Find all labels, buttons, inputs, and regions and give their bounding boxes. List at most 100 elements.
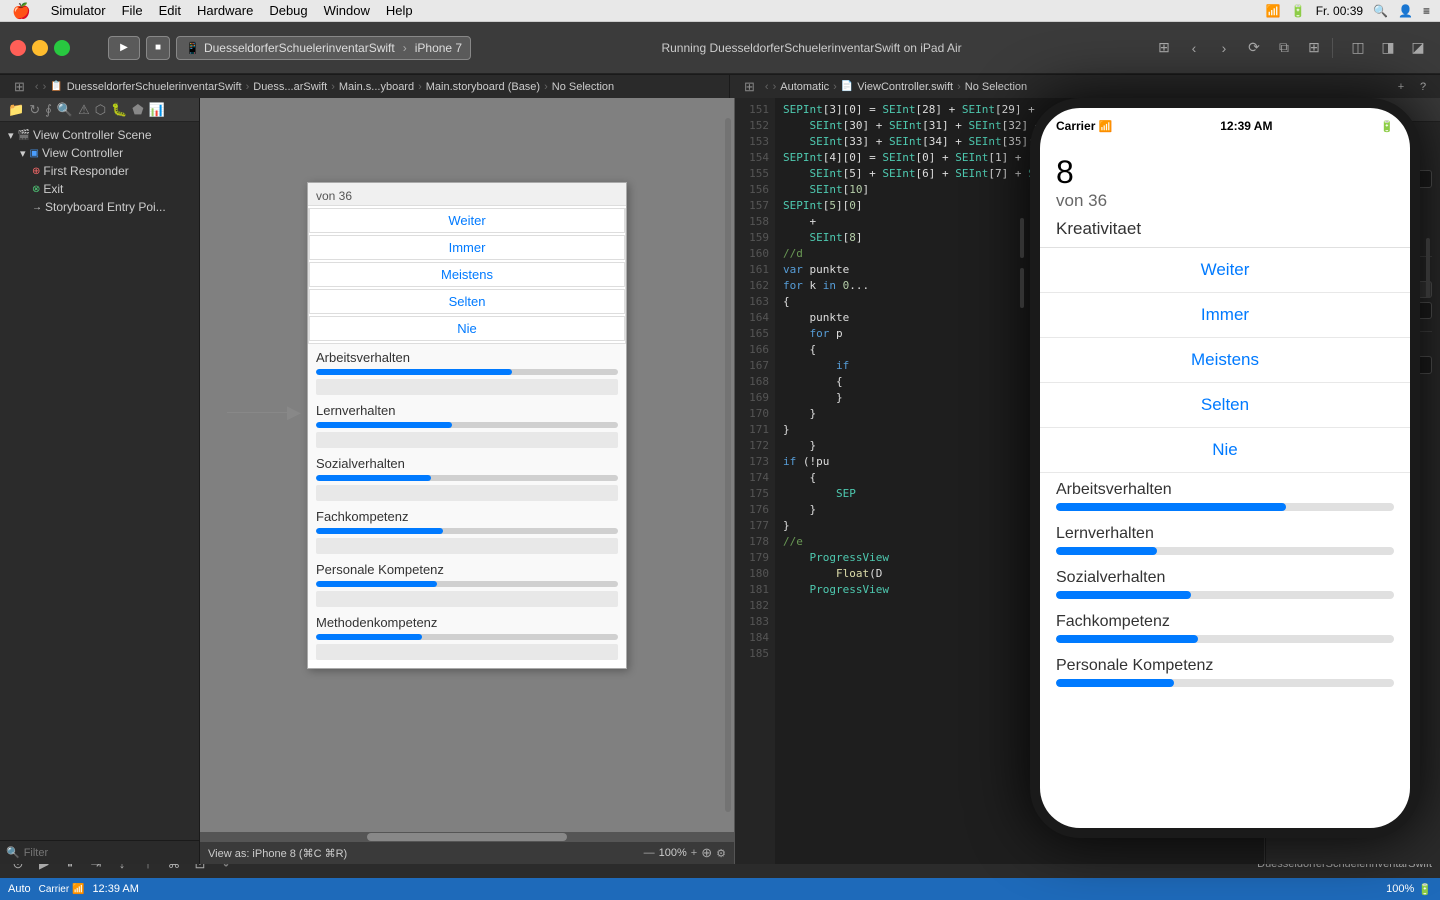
- horizontal-scrollbar-container: [200, 832, 734, 842]
- refresh-icon[interactable]: ⟳: [1242, 36, 1266, 60]
- inspector-relative-value[interactable]: Group: [1332, 281, 1432, 298]
- back-button[interactable]: ‹: [1182, 36, 1206, 60]
- inspector-locale-value[interactable]: 4: [1402, 356, 1432, 374]
- xcode-toolbar: ▶ ■ 📱 DuesseldorferSchuelerinventarSwift…: [0, 22, 1440, 74]
- sb-btn-immer[interactable]: Immer: [309, 235, 625, 260]
- debug-panel-toggle[interactable]: ◨: [1376, 36, 1400, 60]
- responder-icon: ⊕: [32, 166, 40, 177]
- forward-button[interactable]: ›: [1212, 36, 1236, 60]
- report-icon[interactable]: 📊: [147, 100, 167, 120]
- nav-item-scene-label: View Controller Scene: [33, 128, 152, 142]
- entry-icon: →: [32, 202, 42, 213]
- clock: Fr. 00:39: [1316, 4, 1363, 18]
- window-maximize-button[interactable]: [54, 40, 70, 56]
- time-bottom: 12:39 AM: [92, 883, 138, 895]
- menu-hardware[interactable]: Hardware: [189, 3, 261, 18]
- menu-window[interactable]: Window: [316, 3, 378, 18]
- window-close-button[interactable]: [10, 40, 26, 56]
- breadcrumb-storyboard2[interactable]: Main.storyboard (Base): [426, 81, 540, 93]
- debug-icon[interactable]: 🐛: [109, 100, 129, 120]
- inspector-path-value[interactable]: ViewController.swift: [1274, 302, 1432, 319]
- inspector-tab-file[interactable]: 📄: [1274, 103, 1289, 117]
- navigator-toggle[interactable]: ⊞: [1152, 36, 1176, 60]
- sb-btn-nie[interactable]: Nie: [309, 316, 625, 341]
- stop-button[interactable]: ■: [146, 36, 170, 60]
- grid-icon-right[interactable]: ⊞: [742, 77, 757, 97]
- assistant-editor[interactable]: ⊞: [1302, 36, 1326, 60]
- nav-item-vc[interactable]: ▾ ▣ View Controller: [0, 144, 199, 162]
- inspector-tab-quick[interactable]: ⚡: [1297, 103, 1312, 117]
- battery-icon: 🔋: [1291, 4, 1306, 18]
- storyboard-editor: von 36 Weiter Immer Meistens Selten Nie …: [200, 98, 735, 864]
- find-icon[interactable]: 🔍: [55, 100, 75, 120]
- issue-icon[interactable]: ⚠: [76, 100, 92, 120]
- expand-icon: ▾: [8, 129, 14, 142]
- breadcrumb-auto[interactable]: Automatic: [780, 81, 829, 93]
- vertical-scrollbar[interactable]: [725, 118, 731, 812]
- navigator-panel-toggle[interactable]: ◫: [1346, 36, 1370, 60]
- breadcrumb-project[interactable]: DuesseldorferSchuelerinventarSwift: [67, 81, 242, 93]
- scheme-name: DuesseldorferSchuelerinventarSwift: [204, 41, 395, 55]
- menu-help[interactable]: Help: [378, 3, 421, 18]
- inspector-type-row: Type: [1274, 196, 1432, 208]
- sb-btn-meistens[interactable]: Meistens: [309, 262, 625, 287]
- test-icon[interactable]: ⬡: [93, 100, 108, 120]
- menu-file[interactable]: File: [114, 3, 151, 18]
- nav-item-entry-point[interactable]: → Storyboard Entry Poi...: [0, 198, 199, 216]
- breadcrumb-separator-1: ›: [43, 81, 47, 93]
- menubar-right: 📶 🔋 Fr. 00:39 🔍 👤 ≡: [1266, 4, 1440, 18]
- file-icon[interactable]: 📁: [6, 100, 26, 120]
- zoom-in-btn[interactable]: +: [691, 847, 697, 859]
- breadcrumb-swift[interactable]: Duess...arSwift: [253, 81, 327, 93]
- add-tab-button[interactable]: +: [1392, 78, 1410, 96]
- nav-item-scene[interactable]: ▾ 🎬 View Controller Scene: [0, 126, 199, 144]
- split-editor[interactable]: ⧉: [1272, 36, 1296, 60]
- inspector-panel: 📄 ⚡ ? Identity and Type Name ViewControl…: [1265, 98, 1440, 864]
- apple-menu[interactable]: 🍎: [0, 2, 43, 20]
- list-icon[interactable]: ≡: [1423, 4, 1430, 18]
- scheme-selector[interactable]: 📱 DuesseldorferSchuelerinventarSwift › i…: [176, 36, 471, 60]
- menu-edit[interactable]: Edit: [151, 3, 189, 18]
- nav-item-exit[interactable]: ⊗ Exit: [0, 180, 199, 198]
- breadcrumb-nosel2[interactable]: No Selection: [965, 81, 1027, 93]
- storyboard-device-frame: von 36 Weiter Immer Meistens Selten Nie …: [307, 182, 627, 669]
- device-name: iPhone 7: [415, 41, 462, 55]
- filter-input[interactable]: [24, 847, 193, 859]
- window-minimize-button[interactable]: [32, 40, 48, 56]
- breadcrumb-nosel[interactable]: No Selection: [552, 81, 614, 93]
- breadcrumb-storyboard1[interactable]: Main.s...yboard: [339, 81, 414, 93]
- grid-icon[interactable]: ⊞: [12, 77, 27, 97]
- more-options[interactable]: ⚙: [716, 847, 726, 860]
- sb-btn-selten[interactable]: Selten: [309, 289, 625, 314]
- inspector-tab-help[interactable]: ?: [1320, 103, 1327, 117]
- inspector-name-value[interactable]: ViewController.swift: [1274, 170, 1432, 188]
- search-icon[interactable]: 🔍: [1373, 4, 1388, 18]
- menu-debug[interactable]: Debug: [261, 3, 315, 18]
- help-button[interactable]: ?: [1414, 78, 1432, 96]
- fit-btn[interactable]: ⊕: [701, 845, 712, 861]
- wifi-icon: 📶: [1266, 4, 1281, 18]
- view-as-label[interactable]: View as: iPhone 8 (⌘C ⌘R): [208, 847, 347, 860]
- user-icon[interactable]: 👤: [1398, 4, 1413, 18]
- breadcrumb-separator-0: ‹: [35, 81, 39, 93]
- code-text-area[interactable]: SEPInt[3][0] = SEInt[28] + SEInt[29] + S…: [775, 98, 1264, 864]
- run-button[interactable]: ▶: [108, 36, 140, 60]
- inspector-type-label: Type: [1274, 196, 1298, 208]
- inspector-panel-toggle[interactable]: ◪: [1406, 36, 1430, 60]
- inspector-type-value[interactable]: Default - Swift Source: [1274, 214, 1374, 244]
- sb-btn-weiter[interactable]: Weiter: [309, 208, 625, 233]
- breadcrumb-icon-sb: 📋: [50, 81, 62, 92]
- horizontal-scrollbar-thumb[interactable]: [367, 833, 567, 841]
- menu-simulator[interactable]: Simulator: [43, 3, 114, 18]
- breadcrumb-filename[interactable]: ViewController.swift: [857, 81, 953, 93]
- breakpoint-icon[interactable]: ⬟: [130, 100, 145, 120]
- symbol-icon[interactable]: ∮: [43, 100, 54, 120]
- storyboard-canvas[interactable]: von 36 Weiter Immer Meistens Selten Nie …: [200, 98, 734, 832]
- source-control-icon[interactable]: ↻: [27, 100, 42, 120]
- nav-item-first-responder[interactable]: ⊕ First Responder: [0, 162, 199, 180]
- zoom-out-btn[interactable]: —: [644, 847, 655, 859]
- swift-file-icon: 📄: [841, 81, 853, 92]
- sb-cat-fachkompetenz: Fachkompetenz: [308, 503, 626, 526]
- exit-icon: ⊗: [32, 184, 40, 195]
- toolbar-right-icons: ⊞ ‹ › ⟳ ⧉ ⊞ ◫ ◨ ◪: [1152, 36, 1430, 60]
